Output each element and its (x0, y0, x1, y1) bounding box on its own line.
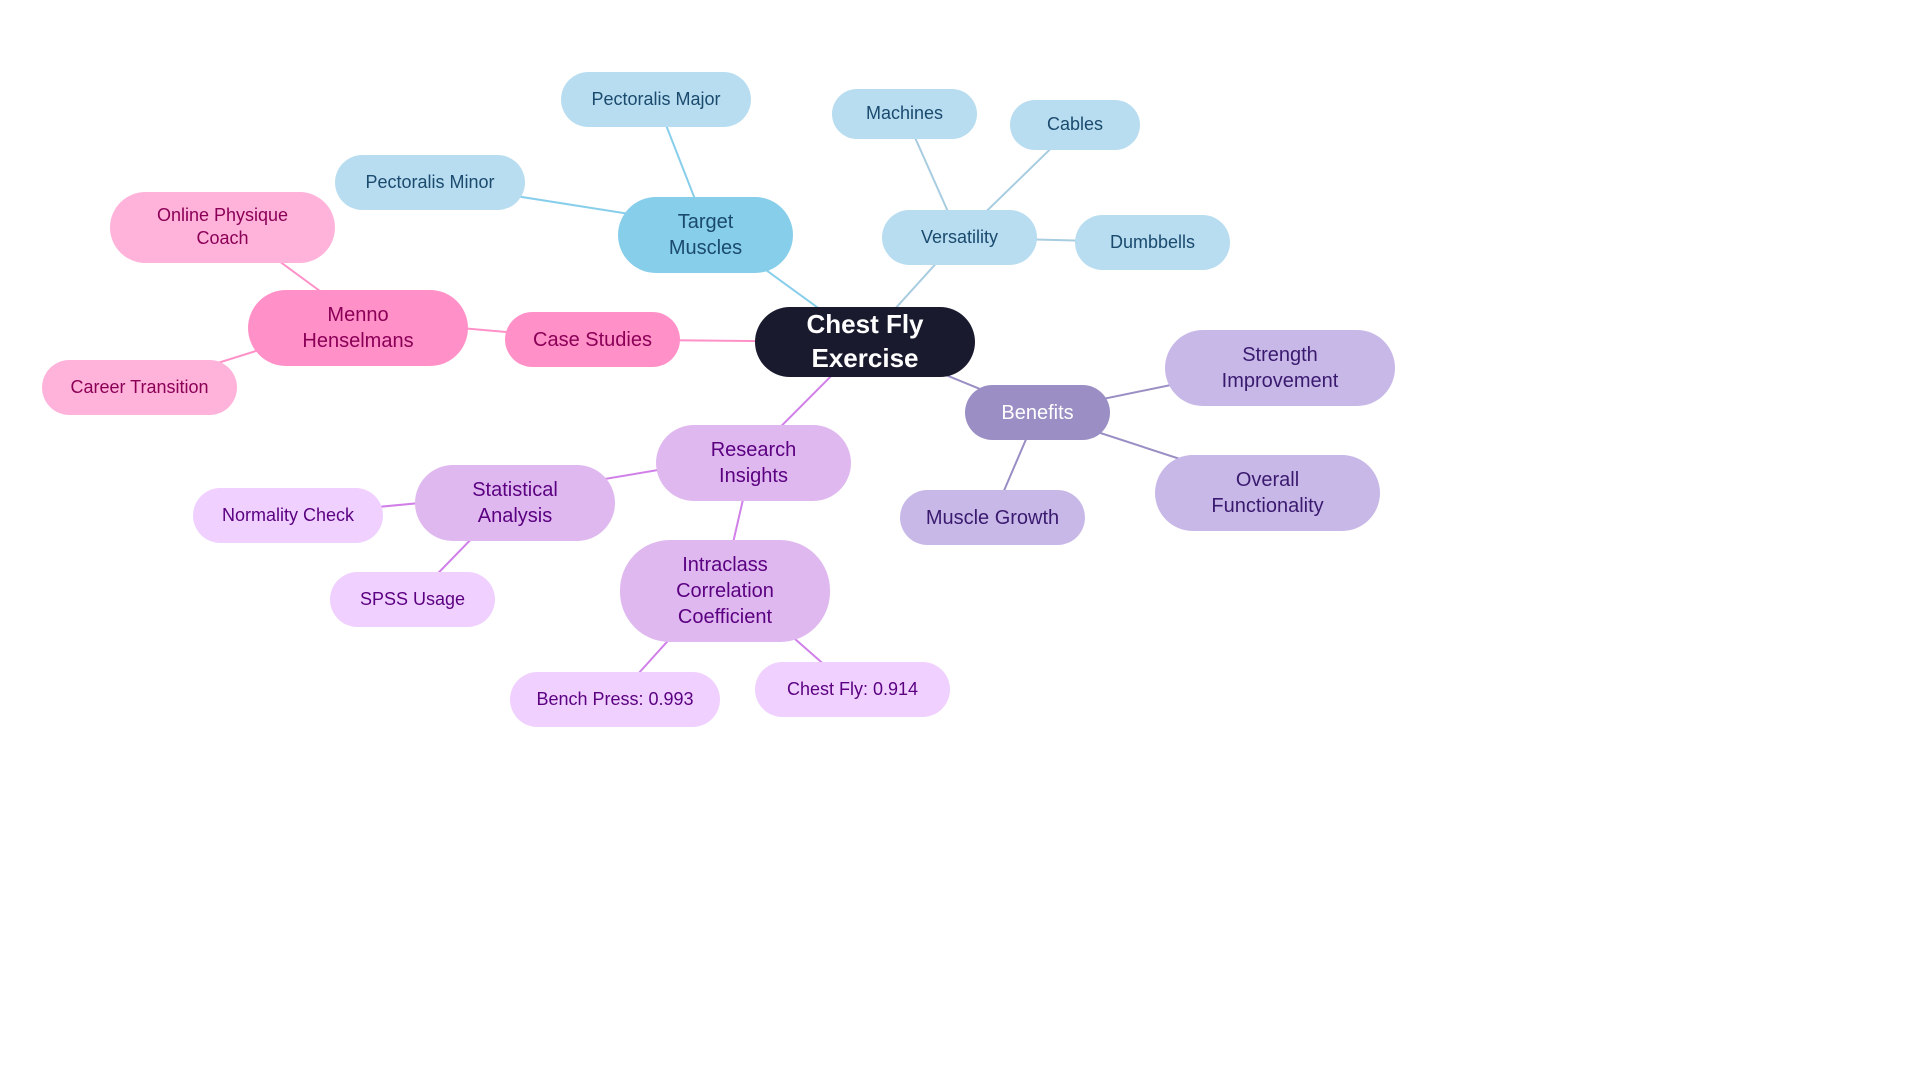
node-overall_functionality[interactable]: Overall Functionality (1155, 455, 1380, 531)
node-bench_press[interactable]: Bench Press: 0.993 (510, 672, 720, 727)
node-research_insights[interactable]: Research Insights (656, 425, 851, 501)
node-dumbbells[interactable]: Dumbbells (1075, 215, 1230, 270)
node-target_muscles[interactable]: Target Muscles (618, 197, 793, 273)
node-case_studies[interactable]: Case Studies (505, 312, 680, 367)
node-machines[interactable]: Machines (832, 89, 977, 139)
node-versatility[interactable]: Versatility (882, 210, 1037, 265)
node-central[interactable]: Chest Fly Exercise (755, 307, 975, 377)
node-spss_usage[interactable]: SPSS Usage (330, 572, 495, 627)
node-strength_improvement[interactable]: Strength Improvement (1165, 330, 1395, 406)
node-cables[interactable]: Cables (1010, 100, 1140, 150)
node-pectoralis_major[interactable]: Pectoralis Major (561, 72, 751, 127)
node-statistical_analysis[interactable]: Statistical Analysis (415, 465, 615, 541)
node-pectoralis_minor[interactable]: Pectoralis Minor (335, 155, 525, 210)
node-icc[interactable]: Intraclass Correlation Coefficient (620, 540, 830, 642)
node-normality_check[interactable]: Normality Check (193, 488, 383, 543)
node-benefits[interactable]: Benefits (965, 385, 1110, 440)
node-muscle_growth[interactable]: Muscle Growth (900, 490, 1085, 545)
node-chest_fly[interactable]: Chest Fly: 0.914 (755, 662, 950, 717)
node-career_transition[interactable]: Career Transition (42, 360, 237, 415)
node-menno[interactable]: Menno Henselmans (248, 290, 468, 366)
node-online_coach[interactable]: Online Physique Coach (110, 192, 335, 263)
